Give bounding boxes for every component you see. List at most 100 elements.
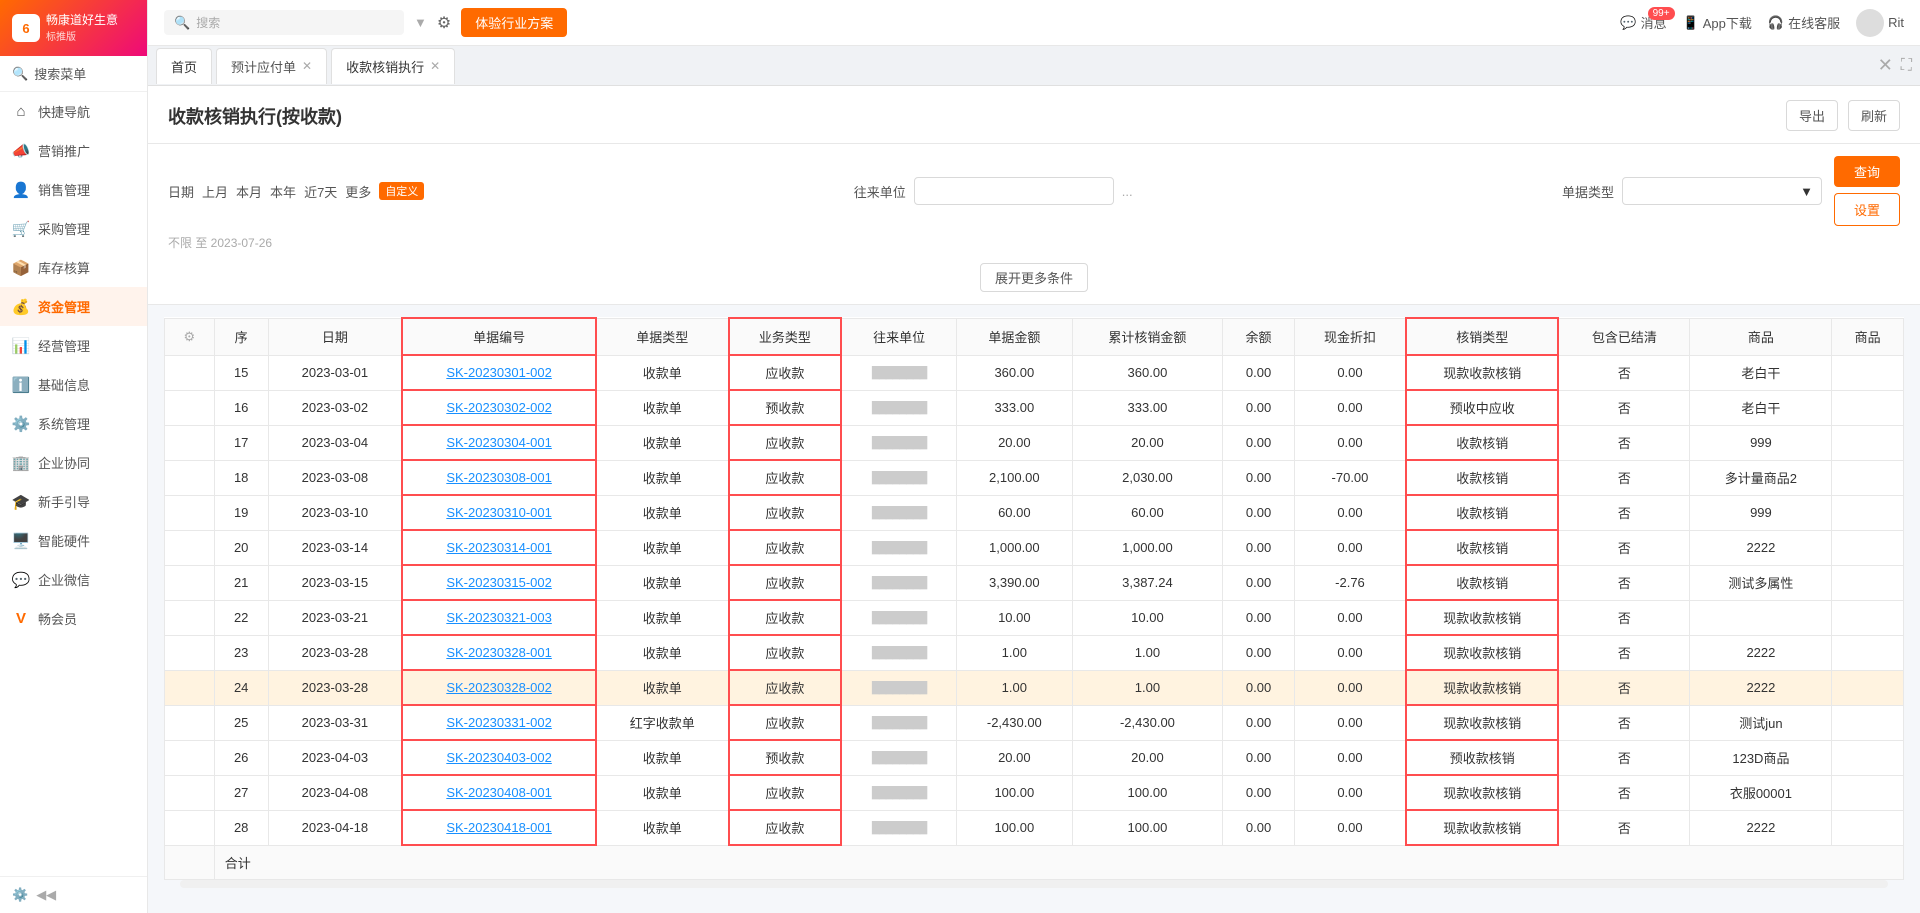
cell-checkbox xyxy=(165,600,215,635)
bill-no-link[interactable]: SK-20230408-001 xyxy=(446,785,552,800)
col-bill-no: 单据编号 xyxy=(402,318,596,355)
cell-bill-no[interactable]: SK-20230331-002 xyxy=(402,705,596,740)
online-service-item[interactable]: 🎧 在线客服 xyxy=(1768,13,1840,32)
cell-bill-no[interactable]: SK-20230321-003 xyxy=(402,600,596,635)
sidebar-logo: 6 畅康道好生意 标推版 xyxy=(0,0,147,56)
cell-bill-no[interactable]: SK-20230328-002 xyxy=(402,670,596,705)
sidebar-item-operation[interactable]: 📊经营管理 xyxy=(0,326,147,365)
cell-checkbox xyxy=(165,390,215,425)
maximize-icon[interactable]: ⛶ xyxy=(1901,57,1912,75)
nav-label: 采购管理 xyxy=(38,219,90,238)
bill-no-link[interactable]: SK-20230310-001 xyxy=(446,505,552,520)
sidebar-item-marketing[interactable]: 📣营销推广 xyxy=(0,131,147,170)
collection-tab-close[interactable]: ✕ xyxy=(430,59,440,73)
sidebar-item-hardware[interactable]: 🖥️智能硬件 xyxy=(0,521,147,560)
cell-writeoff-type: 收款核销 xyxy=(1406,530,1558,565)
cell-bill-no[interactable]: SK-20230302-002 xyxy=(402,390,596,425)
nav-label: 销售管理 xyxy=(38,180,90,199)
tab-home[interactable]: 首页 xyxy=(156,48,212,84)
cell-bill-no[interactable]: SK-20230301-002 xyxy=(402,355,596,390)
sidebar-item-inventory[interactable]: 📦库存核算 xyxy=(0,248,147,287)
sidebar-item-system[interactable]: ⚙️系统管理 xyxy=(0,404,147,443)
user-avatar-item[interactable]: Rit xyxy=(1856,9,1904,37)
sidebar-item-basic[interactable]: ℹ️基础信息 xyxy=(0,365,147,404)
sidebar-item-purchase[interactable]: 🛒采购管理 xyxy=(0,209,147,248)
cell-accum-writeoff: 100.00 xyxy=(1072,775,1223,810)
sidebar-item-sales[interactable]: 👤销售管理 xyxy=(0,170,147,209)
horizontal-scrollbar[interactable] xyxy=(180,880,1888,888)
messages-icon-item[interactable]: 💬 消息 99+ xyxy=(1620,13,1666,32)
cell-bill-no[interactable]: SK-20230408-001 xyxy=(402,775,596,810)
tab-prepay[interactable]: 预计应付单 ✕ xyxy=(216,48,327,84)
cell-bill-no[interactable]: SK-20230304-001 xyxy=(402,425,596,460)
date-this-year[interactable]: 本年 xyxy=(270,182,296,201)
bill-no-link[interactable]: SK-20230304-001 xyxy=(446,435,552,450)
cell-writeoff-type: 预收中应收 xyxy=(1406,390,1558,425)
cell-bill-no[interactable]: SK-20230314-001 xyxy=(402,530,596,565)
sidebar-item-corp[interactable]: 🏢企业协同 xyxy=(0,443,147,482)
cell-bill-no[interactable]: SK-20230328-001 xyxy=(402,635,596,670)
cell-accum-writeoff: 60.00 xyxy=(1072,495,1223,530)
sidebar-item-finance[interactable]: 💰资金管理 xyxy=(0,287,147,326)
cell-bill-no[interactable]: SK-20230403-002 xyxy=(402,740,596,775)
app-download-item[interactable]: 📱 App下载 xyxy=(1683,13,1752,32)
cell-date: 2023-03-31 xyxy=(268,705,402,740)
bill-no-link[interactable]: SK-20230403-002 xyxy=(446,750,552,765)
cell-biz-type: 应收款 xyxy=(729,705,842,740)
prepay-tab-close[interactable]: ✕ xyxy=(302,59,312,73)
cell-bill-no[interactable]: SK-20230310-001 xyxy=(402,495,596,530)
date-last-month[interactable]: 上月 xyxy=(202,182,228,201)
close-all-icon[interactable]: ✕ xyxy=(1878,55,1893,76)
collapse-icon[interactable]: ◀◀ xyxy=(36,887,56,903)
mobile-icon: 📱 xyxy=(1683,15,1699,31)
search-menu-item[interactable]: 🔍 搜索菜单 xyxy=(0,56,147,92)
collection-tab-label: 收款核销执行 xyxy=(346,57,424,76)
date-more[interactable]: 更多 xyxy=(345,182,371,201)
sidebar-item-guide[interactable]: 🎓新手引导 xyxy=(0,482,147,521)
query-button[interactable]: 查询 xyxy=(1834,156,1900,187)
cell-bill-no[interactable]: SK-20230308-001 xyxy=(402,460,596,495)
cell-bill-amount: 2,100.00 xyxy=(957,460,1073,495)
table-container: ⚙ 序 日期 单据编号 单据类型 业务类型 往来单位 单据金额 累计核销金额 余… xyxy=(148,305,1920,908)
expand-conditions-button[interactable]: 展开更多条件 xyxy=(980,263,1088,292)
refresh-button[interactable]: 刷新 xyxy=(1848,100,1900,131)
sidebar-item-quick-nav[interactable]: ⌂快捷导航 xyxy=(0,92,147,131)
col-settings[interactable]: ⚙ xyxy=(165,318,215,355)
bill-no-link[interactable]: SK-20230308-001 xyxy=(446,470,552,485)
table-settings-icon[interactable]: ⚙ xyxy=(184,329,196,344)
col-goods2: 商品 xyxy=(1832,318,1904,355)
bill-no-link[interactable]: SK-20230321-003 xyxy=(446,610,552,625)
bill-no-link[interactable]: SK-20230328-001 xyxy=(446,645,552,660)
sidebar-item-member[interactable]: V畅会员 xyxy=(0,599,147,638)
industry-solution-button[interactable]: 体验行业方案 xyxy=(461,8,567,37)
date-7days[interactable]: 近7天 xyxy=(304,182,337,201)
cell-bill-no[interactable]: SK-20230418-001 xyxy=(402,810,596,845)
cell-writeoff-type: 收款核销 xyxy=(1406,460,1558,495)
cell-bill-no[interactable]: SK-20230315-002 xyxy=(402,565,596,600)
gear-icon[interactable]: ⚙ xyxy=(437,13,451,33)
cell-date: 2023-03-04 xyxy=(268,425,402,460)
settings-button[interactable]: 设置 xyxy=(1834,193,1900,226)
date-custom-button[interactable]: 自定义 xyxy=(379,182,424,200)
date-this-month[interactable]: 本月 xyxy=(236,182,262,201)
bill-type-label: 单据类型 xyxy=(1562,182,1614,201)
bill-no-link[interactable]: SK-20230331-002 xyxy=(446,715,552,730)
cell-balance: 0.00 xyxy=(1223,600,1295,635)
settings-bottom-icon[interactable]: ⚙️ xyxy=(12,887,28,903)
cell-bill-amount: 10.00 xyxy=(957,600,1073,635)
tab-collection[interactable]: 收款核销执行 ✕ xyxy=(331,48,455,84)
bill-no-link[interactable]: SK-20230328-002 xyxy=(446,680,552,695)
cell-seq: 19 xyxy=(214,495,268,530)
bill-no-link[interactable]: SK-20230314-001 xyxy=(446,540,552,555)
sidebar-item-wechat[interactable]: 💬企业微信 xyxy=(0,560,147,599)
topbar-search-box[interactable]: 🔍 搜索 xyxy=(164,10,404,35)
bill-no-link[interactable]: SK-20230418-001 xyxy=(446,820,552,835)
bill-no-link[interactable]: SK-20230315-002 xyxy=(446,575,552,590)
partner-input[interactable] xyxy=(914,177,1114,205)
bill-no-link[interactable]: SK-20230302-002 xyxy=(446,400,552,415)
filter-row-1: 日期 上月 本月 本年 近7天 更多 自定义 往来单位 ... 单据类型 ▼ xyxy=(168,156,1900,226)
bill-no-link[interactable]: SK-20230301-002 xyxy=(446,365,552,380)
export-button[interactable]: 导出 xyxy=(1786,100,1838,131)
bill-type-select[interactable]: ▼ xyxy=(1622,177,1822,205)
cell-checkbox xyxy=(165,460,215,495)
